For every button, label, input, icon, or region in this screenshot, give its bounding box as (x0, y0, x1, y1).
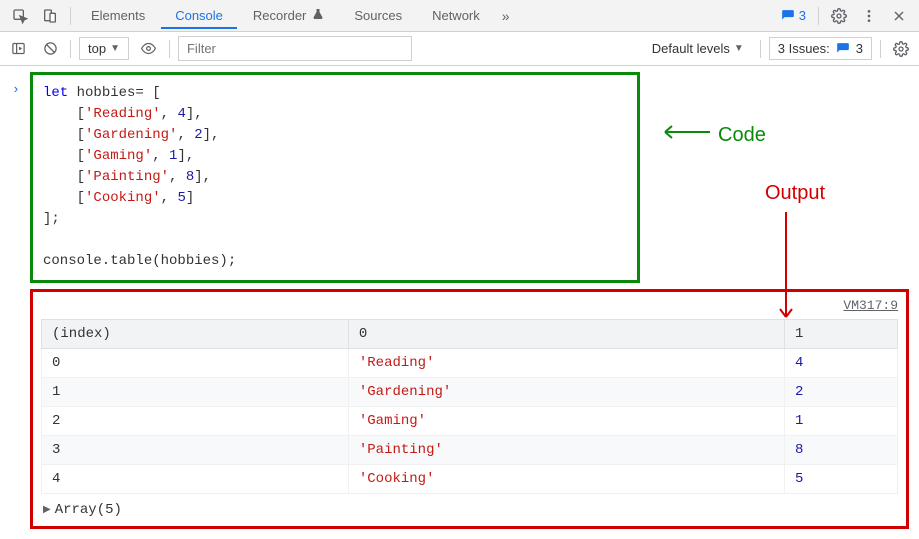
arrow-left-icon (660, 122, 710, 148)
log-levels-selector[interactable]: Default levels ▼ (644, 38, 752, 59)
divider (760, 40, 761, 58)
issues-button[interactable]: 3 Issues: 3 (769, 37, 872, 60)
chevron-down-icon: ▼ (734, 43, 744, 54)
table-row[interactable]: 3'Painting'8 (42, 436, 898, 465)
inspect-icon[interactable] (6, 2, 34, 30)
divider (818, 7, 819, 25)
context-selector[interactable]: top ▼ (79, 37, 129, 60)
clear-console-icon[interactable] (38, 37, 62, 61)
more-menu-icon[interactable] (855, 2, 883, 30)
code-row: ['Painting', 8], (43, 167, 627, 188)
code-row: ['Gardening', 2], (43, 125, 627, 146)
annotation-code-label: Code (718, 124, 766, 147)
output-box: VM317:9 (index) 0 1 0'Reading'41'Gardeni… (30, 289, 909, 529)
table-row[interactable]: 1'Gardening'2 (42, 378, 898, 407)
issues-badge-count: 3 (799, 8, 806, 23)
divider (70, 7, 71, 25)
table-header-0[interactable]: 0 (348, 320, 784, 349)
code-row: ['Gaming', 1], (43, 146, 627, 167)
device-toggle-icon[interactable] (36, 2, 64, 30)
tab-sources[interactable]: Sources (340, 2, 416, 29)
close-devtools-icon[interactable] (885, 2, 913, 30)
array-summary-label: Array(5) (55, 502, 122, 518)
table-row[interactable]: 0'Reading'4 (42, 349, 898, 378)
chevron-down-icon: ▼ (110, 43, 120, 54)
table-header-index[interactable]: (index) (42, 320, 349, 349)
table-row[interactable]: 4'Cooking'5 (42, 465, 898, 494)
console-toolbar: top ▼ Default levels ▼ 3 Issues: 3 (0, 32, 919, 66)
code-keyword: let (43, 85, 68, 101)
code-input-box[interactable]: let hobbies= [ ['Reading', 4], ['Gardeni… (30, 72, 640, 283)
settings-gear-icon[interactable] (825, 2, 853, 30)
console-table: (index) 0 1 0'Reading'41'Gardening'22'Ga… (41, 319, 898, 494)
console-settings-gear-icon[interactable] (889, 37, 913, 61)
triangle-right-icon: ▶ (43, 504, 51, 516)
console-body: › let hobbies= [ ['Reading', 4], ['Garde… (0, 72, 919, 529)
more-tabs-chevron-icon[interactable]: » (496, 8, 516, 24)
tab-recorder[interactable]: Recorder (239, 2, 338, 29)
annotation-output: Output (765, 182, 825, 205)
code-close: ]; (43, 209, 627, 230)
issues-count: 3 (856, 41, 863, 56)
devtools-tab-bar: Elements Console Recorder Sources Networ… (0, 0, 919, 32)
code-row: ['Cooking', 5] (43, 188, 627, 209)
divider (70, 40, 71, 58)
tab-console[interactable]: Console (161, 2, 237, 29)
issues-label: 3 Issues: (778, 41, 830, 56)
context-value: top (88, 41, 106, 56)
toggle-sidebar-icon[interactable] (6, 37, 30, 61)
array-summary[interactable]: ▶ Array(5) (33, 498, 906, 522)
tab-recorder-label: Recorder (253, 8, 306, 23)
live-expression-eye-icon[interactable] (137, 37, 161, 61)
tab-elements[interactable]: Elements (77, 2, 159, 29)
filter-input[interactable] (178, 36, 412, 61)
flask-icon (312, 8, 324, 23)
code-call: console.table(hobbies); (43, 251, 627, 272)
table-row[interactable]: 2'Gaming'1 (42, 407, 898, 436)
arrow-down-icon (776, 212, 796, 325)
log-levels-label: Default levels (652, 41, 730, 56)
issues-badge[interactable]: 3 (775, 5, 812, 26)
divider (880, 40, 881, 58)
tab-network[interactable]: Network (418, 2, 494, 29)
table-header-1[interactable]: 1 (784, 320, 897, 349)
annotation-output-label: Output (765, 182, 825, 205)
code-row: ['Reading', 4], (43, 104, 627, 125)
divider (169, 40, 170, 58)
prompt-caret-icon: › (12, 82, 20, 97)
code-varname: hobbies= [ (68, 85, 160, 101)
annotation-code: Code (660, 122, 766, 148)
